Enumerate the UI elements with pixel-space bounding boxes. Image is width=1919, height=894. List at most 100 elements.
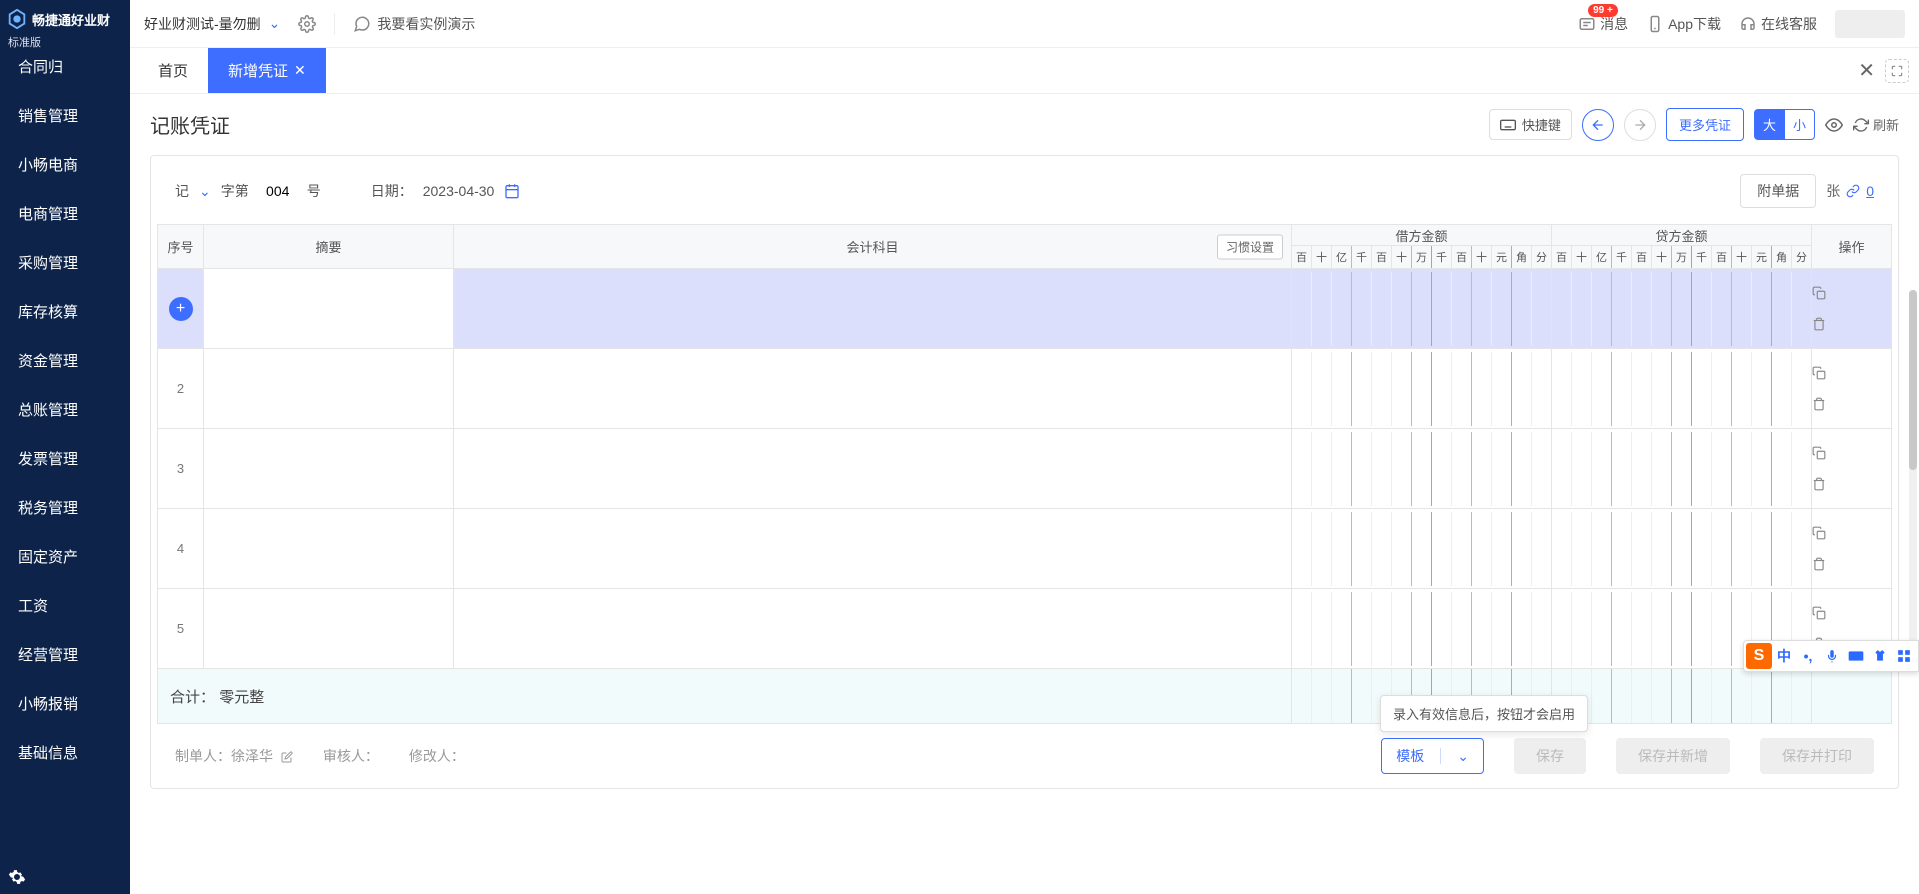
sidebar-item-salary[interactable]: 工资	[0, 581, 130, 630]
scrollbar[interactable]	[1909, 290, 1917, 670]
debit-cell[interactable]	[1292, 349, 1552, 429]
tab-new-voucher[interactable]: 新增凭证 ✕	[208, 48, 326, 93]
summary-cell[interactable]	[204, 429, 454, 509]
summary-cell[interactable]	[204, 269, 454, 349]
sidebar-item-ledger[interactable]: 总账管理	[0, 385, 130, 434]
account-cell[interactable]	[454, 509, 1292, 589]
shortcut-button[interactable]: 快捷键	[1489, 109, 1572, 140]
sidebar-item-contract[interactable]: 合同归	[0, 56, 130, 91]
voucher-number-input[interactable]	[259, 183, 297, 200]
table-row[interactable]: 5	[158, 589, 1892, 669]
summary-cell[interactable]	[204, 509, 454, 589]
close-all-icon[interactable]: ✕	[1858, 58, 1875, 83]
preview-button[interactable]	[1825, 116, 1843, 134]
summary-input[interactable]	[208, 276, 449, 338]
copy-row-icon[interactable]	[1812, 446, 1891, 460]
sidebar-item-inventory[interactable]: 库存核算	[0, 287, 130, 336]
link-count[interactable]: 0	[1866, 183, 1874, 199]
debit-cell[interactable]	[1292, 269, 1552, 349]
op-cell	[1812, 429, 1892, 509]
app-download-button[interactable]: App下载	[1646, 14, 1721, 34]
refresh-button[interactable]: 刷新	[1853, 115, 1899, 134]
voucher-date[interactable]: 2023-04-30	[423, 183, 495, 199]
save-new-button[interactable]: 保存并新增	[1616, 738, 1730, 774]
copy-row-icon[interactable]	[1812, 606, 1891, 620]
delete-row-icon[interactable]	[1812, 557, 1891, 571]
chevron-down-icon[interactable]: ⌄	[199, 183, 211, 200]
link-icon[interactable]	[1846, 184, 1860, 198]
sidebar-settings[interactable]	[0, 860, 130, 894]
ime-keyboard-icon[interactable]	[1844, 644, 1868, 668]
arrow-right-icon	[1632, 117, 1648, 133]
summary-cell[interactable]	[204, 589, 454, 669]
table-row[interactable]: 3	[158, 429, 1892, 509]
next-voucher-button[interactable]	[1624, 109, 1656, 141]
summary-cell[interactable]	[204, 349, 454, 429]
message-button[interactable]: 99 + 消息	[1578, 14, 1628, 34]
delete-row-icon[interactable]	[1812, 477, 1891, 491]
credit-cell[interactable]	[1552, 269, 1812, 349]
debit-cell[interactable]	[1292, 589, 1552, 669]
copy-row-icon[interactable]	[1812, 366, 1891, 380]
sidebar-item-sales[interactable]: 销售管理	[0, 91, 130, 140]
sidebar-item-invoice[interactable]: 发票管理	[0, 434, 130, 483]
ime-lang[interactable]: 中	[1772, 644, 1796, 668]
th-credit: 贷方金额	[1552, 225, 1812, 246]
close-icon[interactable]: ✕	[294, 62, 306, 79]
size-big-button[interactable]: 大	[1754, 109, 1785, 140]
sidebar-item-fund[interactable]: 资金管理	[0, 336, 130, 385]
habit-settings-button[interactable]: 习惯设置	[1217, 234, 1283, 259]
th-summary: 摘要	[204, 225, 454, 269]
page-title: 记账凭证	[150, 110, 230, 139]
tab-home[interactable]: 首页	[138, 48, 208, 93]
account-cell[interactable]	[454, 429, 1292, 509]
fullscreen-button[interactable]	[1885, 59, 1909, 83]
debit-cell[interactable]	[1292, 509, 1552, 589]
account-cell[interactable]	[454, 269, 1292, 349]
maker-info: 制单人：徐泽华	[175, 746, 293, 766]
table-row[interactable]: 4	[158, 509, 1892, 589]
sidebar-item-tax[interactable]: 税务管理	[0, 483, 130, 532]
save-print-button[interactable]: 保存并打印	[1760, 738, 1874, 774]
sidebar-item-basic[interactable]: 基础信息	[0, 728, 130, 777]
ime-punct-icon[interactable]: •,	[1796, 644, 1820, 668]
credit-cell[interactable]	[1552, 429, 1812, 509]
more-voucher-button[interactable]: 更多凭证	[1666, 108, 1744, 141]
sidebar-item-ecom2[interactable]: 电商管理	[0, 189, 130, 238]
edit-icon[interactable]	[281, 751, 293, 763]
demo-link[interactable]: 我要看实例演示	[353, 14, 475, 34]
ime-skin-icon[interactable]	[1868, 644, 1892, 668]
ime-voice-icon[interactable]	[1820, 644, 1844, 668]
sidebar-item-ecom1[interactable]: 小畅电商	[0, 140, 130, 189]
delete-row-icon[interactable]	[1812, 317, 1891, 331]
size-small-button[interactable]: 小	[1785, 109, 1815, 140]
settings-icon[interactable]	[298, 15, 316, 33]
delete-row-icon[interactable]	[1812, 397, 1891, 411]
sidebar-item-asset[interactable]: 固定资产	[0, 532, 130, 581]
attach-button[interactable]: 附单据	[1740, 174, 1816, 208]
headset-icon	[1739, 15, 1757, 33]
calendar-icon[interactable]	[504, 183, 520, 199]
sidebar-item-expense[interactable]: 小畅报销	[0, 679, 130, 728]
copy-row-icon[interactable]	[1812, 526, 1891, 540]
template-button[interactable]: 模板 ⌄	[1381, 738, 1484, 774]
customer-service-button[interactable]: 在线客服	[1739, 14, 1817, 34]
project-selector[interactable]: 好业财测试-量勿删 ⌄	[144, 14, 280, 34]
table-row[interactable]: +	[158, 269, 1892, 349]
credit-cell[interactable]	[1552, 349, 1812, 429]
sidebar-item-operation[interactable]: 经营管理	[0, 630, 130, 679]
avatar[interactable]	[1835, 10, 1905, 38]
account-cell[interactable]	[454, 589, 1292, 669]
account-cell[interactable]	[454, 349, 1292, 429]
save-button[interactable]: 保存	[1514, 738, 1586, 774]
prev-voucher-button[interactable]	[1582, 109, 1614, 141]
debit-cell[interactable]	[1292, 429, 1552, 509]
voucher-type[interactable]: 记	[175, 181, 189, 201]
copy-row-icon[interactable]	[1812, 286, 1891, 300]
add-row-button[interactable]: +	[169, 297, 193, 321]
credit-cell[interactable]	[1552, 509, 1812, 589]
ime-toolbar[interactable]: S 中 •,	[1743, 640, 1919, 672]
table-row[interactable]: 2	[158, 349, 1892, 429]
ime-menu-icon[interactable]	[1892, 644, 1916, 668]
sidebar-item-purchase[interactable]: 采购管理	[0, 238, 130, 287]
